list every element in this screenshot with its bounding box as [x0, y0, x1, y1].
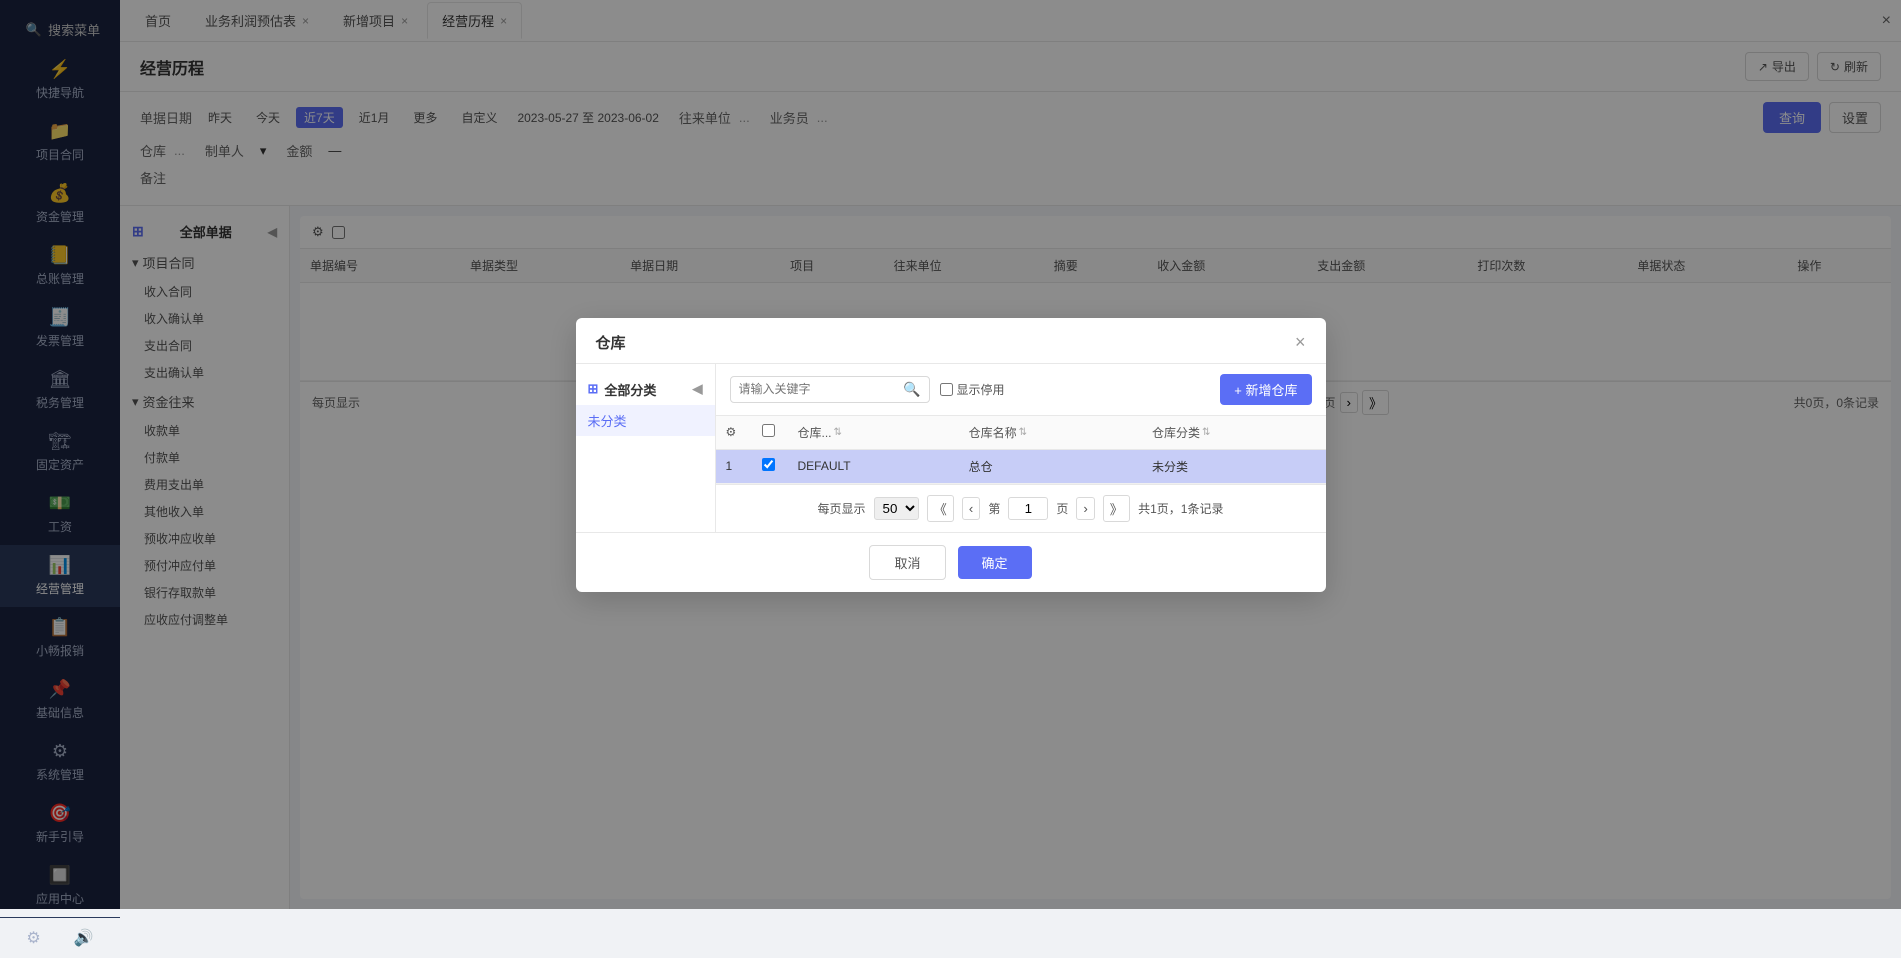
- modal-per-page-select[interactable]: 50: [874, 497, 919, 520]
- modal-pagination: 每页显示 50 《 ‹ 第 页 › 》 共1页，1条记录: [716, 484, 1326, 532]
- modal-toolbar: 🔍 显示停用 + 新增仓库: [716, 364, 1326, 416]
- row-select-checkbox[interactable]: [762, 458, 775, 471]
- modal-page-input[interactable]: [1008, 497, 1048, 520]
- volume-icon[interactable]: 🔊: [74, 928, 94, 948]
- row-name: 总仓: [959, 449, 1142, 483]
- col-warehouse-code: 仓库... ⇅: [788, 416, 959, 450]
- cancel-button[interactable]: 取消: [869, 545, 945, 580]
- modal-categories: ⊞ 全部分类 ◀ 未分类: [576, 364, 716, 532]
- modal-next-page[interactable]: ›: [1076, 497, 1094, 520]
- modal-body: ⊞ 全部分类 ◀ 未分类 🔍 显示停用: [576, 364, 1326, 532]
- modal-first-page[interactable]: 《: [927, 495, 954, 522]
- modal-table: ⚙ 仓库... ⇅: [716, 416, 1326, 484]
- col-checkbox: [752, 416, 788, 450]
- modal-close-button[interactable]: ×: [1295, 332, 1306, 353]
- categories-header-label: 全部分类: [604, 380, 656, 399]
- modal-categories-header: ⊞ 全部分类 ◀: [576, 374, 715, 405]
- sort-icon-category[interactable]: ⇅: [1202, 427, 1210, 438]
- sidebar-bottom: ⚙ 🔊: [0, 917, 120, 958]
- categories-grid-icon: ⊞: [588, 381, 599, 397]
- table-row[interactable]: 1 DEFAULT 总仓 未分类: [716, 449, 1326, 483]
- row-category: 未分类: [1142, 449, 1325, 483]
- sort-icon-code[interactable]: ⇅: [834, 427, 842, 438]
- row-no: 1: [716, 449, 752, 483]
- add-warehouse-button[interactable]: + 新增仓库: [1220, 374, 1311, 405]
- modal-footer: 取消 确定: [576, 532, 1326, 592]
- modal-header: 仓库 ×: [576, 318, 1326, 364]
- settings-icon[interactable]: ⚙: [726, 425, 737, 439]
- modal-total-records: 共1页，1条记录: [1138, 500, 1223, 517]
- col-warehouse-category: 仓库分类 ⇅: [1142, 416, 1325, 450]
- modal-prev-page[interactable]: ‹: [962, 497, 980, 520]
- modal-search-box: 🔍: [730, 376, 930, 403]
- modal-search-input[interactable]: [739, 382, 898, 396]
- row-code: DEFAULT: [788, 449, 959, 483]
- modal-per-page-label: 每页显示: [818, 500, 866, 517]
- col-warehouse-name: 仓库名称 ⇅: [959, 416, 1142, 450]
- settings-icon[interactable]: ⚙: [26, 928, 40, 948]
- modal-right: 🔍 显示停用 + 新增仓库 ⚙: [716, 364, 1326, 532]
- modal-overlay[interactable]: 仓库 × ⊞ 全部分类 ◀ 未分类 🔍: [0, 0, 1901, 909]
- warehouse-modal: 仓库 × ⊞ 全部分类 ◀ 未分类 🔍: [576, 318, 1326, 592]
- row-checkbox: [752, 449, 788, 483]
- search-icon[interactable]: 🔍: [903, 381, 920, 398]
- categories-collapse-icon[interactable]: ◀: [693, 381, 703, 397]
- show-disabled-checkbox[interactable]: [940, 383, 953, 396]
- modal-page-text: 第: [988, 500, 1000, 517]
- modal-category-unclassified[interactable]: 未分类: [576, 405, 715, 436]
- sort-icon-name[interactable]: ⇅: [1019, 427, 1027, 438]
- confirm-button[interactable]: 确定: [958, 546, 1032, 579]
- col-settings: ⚙: [716, 416, 752, 450]
- modal-title: 仓库: [596, 332, 626, 353]
- show-disabled-label[interactable]: 显示停用: [940, 381, 1005, 398]
- modal-page-label: 页: [1056, 500, 1068, 517]
- select-all-checkbox[interactable]: [762, 424, 775, 437]
- modal-last-page[interactable]: 》: [1103, 495, 1130, 522]
